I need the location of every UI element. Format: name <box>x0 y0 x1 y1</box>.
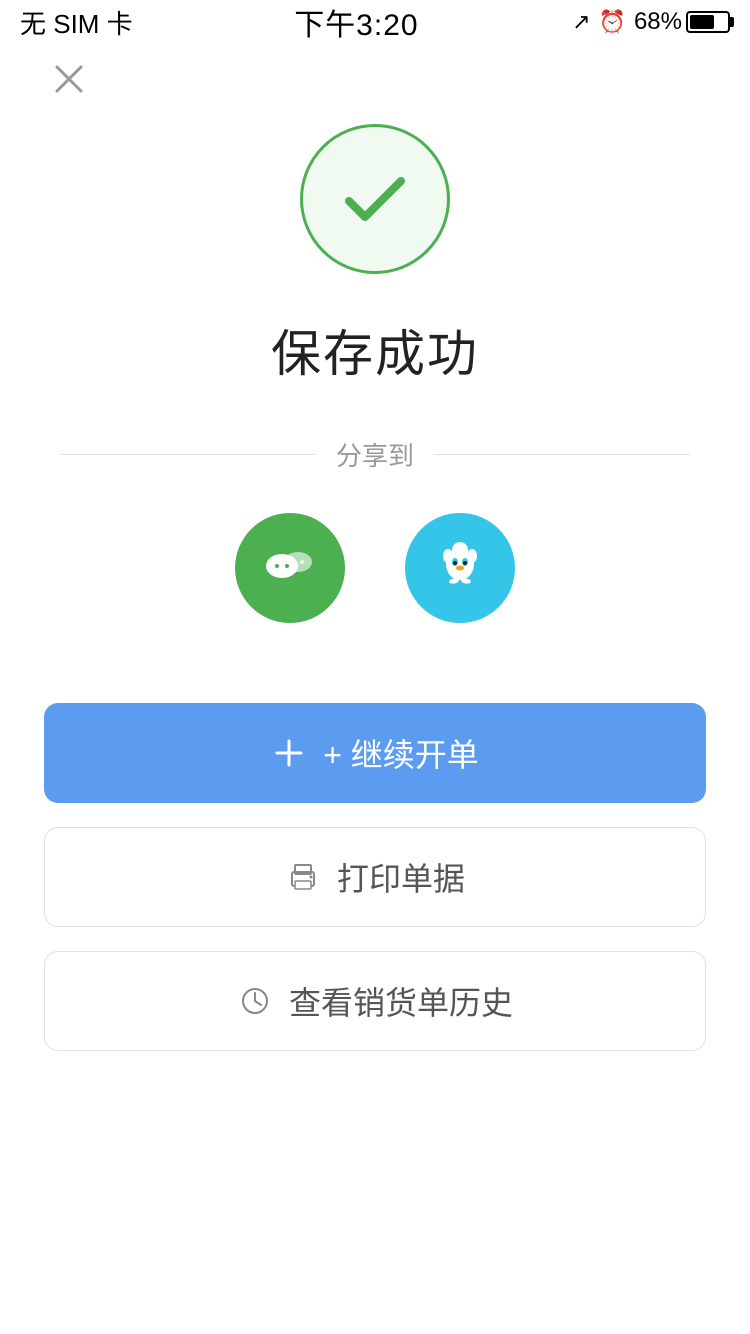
location-icon: ↗ <box>572 9 590 35</box>
checkmark-icon <box>335 159 415 239</box>
clock-icon <box>237 983 273 1019</box>
battery-percent: 68% <box>634 8 682 36</box>
battery-fill <box>690 15 714 29</box>
print-label: 打印单据 <box>337 854 465 900</box>
continue-label: + 继续开单 <box>323 730 479 776</box>
battery-indicator: 68% <box>634 8 730 36</box>
plus-icon <box>271 735 307 771</box>
share-qq-button[interactable] <box>405 513 515 623</box>
divider-left <box>60 454 316 455</box>
share-label: 分享到 <box>316 436 434 473</box>
success-icon-circle <box>300 124 450 274</box>
carrier-text: 无 SIM 卡 <box>20 4 133 41</box>
continue-button[interactable]: + 继续开单 <box>44 703 706 803</box>
battery-icon <box>686 11 730 33</box>
wechat-icon <box>258 536 322 600</box>
main-content: 保存成功 分享到 <box>0 44 750 1051</box>
status-icons: ↗ ⏰ 68% <box>572 8 730 36</box>
action-buttons: + 继续开单 打印单据 查看销货单历史 <box>0 703 750 1051</box>
share-icons-row <box>235 513 515 623</box>
share-divider: 分享到 <box>0 436 750 473</box>
close-button[interactable] <box>44 54 94 104</box>
status-bar: 无 SIM 卡 下午3:20 ↗ ⏰ 68% <box>0 0 750 44</box>
status-carrier: 无 SIM 卡 <box>20 4 141 41</box>
share-wechat-button[interactable] <box>235 513 345 623</box>
alarm-icon: ⏰ <box>599 9 626 35</box>
print-icon <box>285 859 321 895</box>
qq-icon <box>428 536 492 600</box>
history-label: 查看销货单历史 <box>289 978 513 1024</box>
history-button[interactable]: 查看销货单历史 <box>44 951 706 1051</box>
success-title: 保存成功 <box>271 314 479 386</box>
status-time: 下午3:20 <box>294 0 418 44</box>
divider-right <box>434 454 690 455</box>
print-button[interactable]: 打印单据 <box>44 827 706 927</box>
